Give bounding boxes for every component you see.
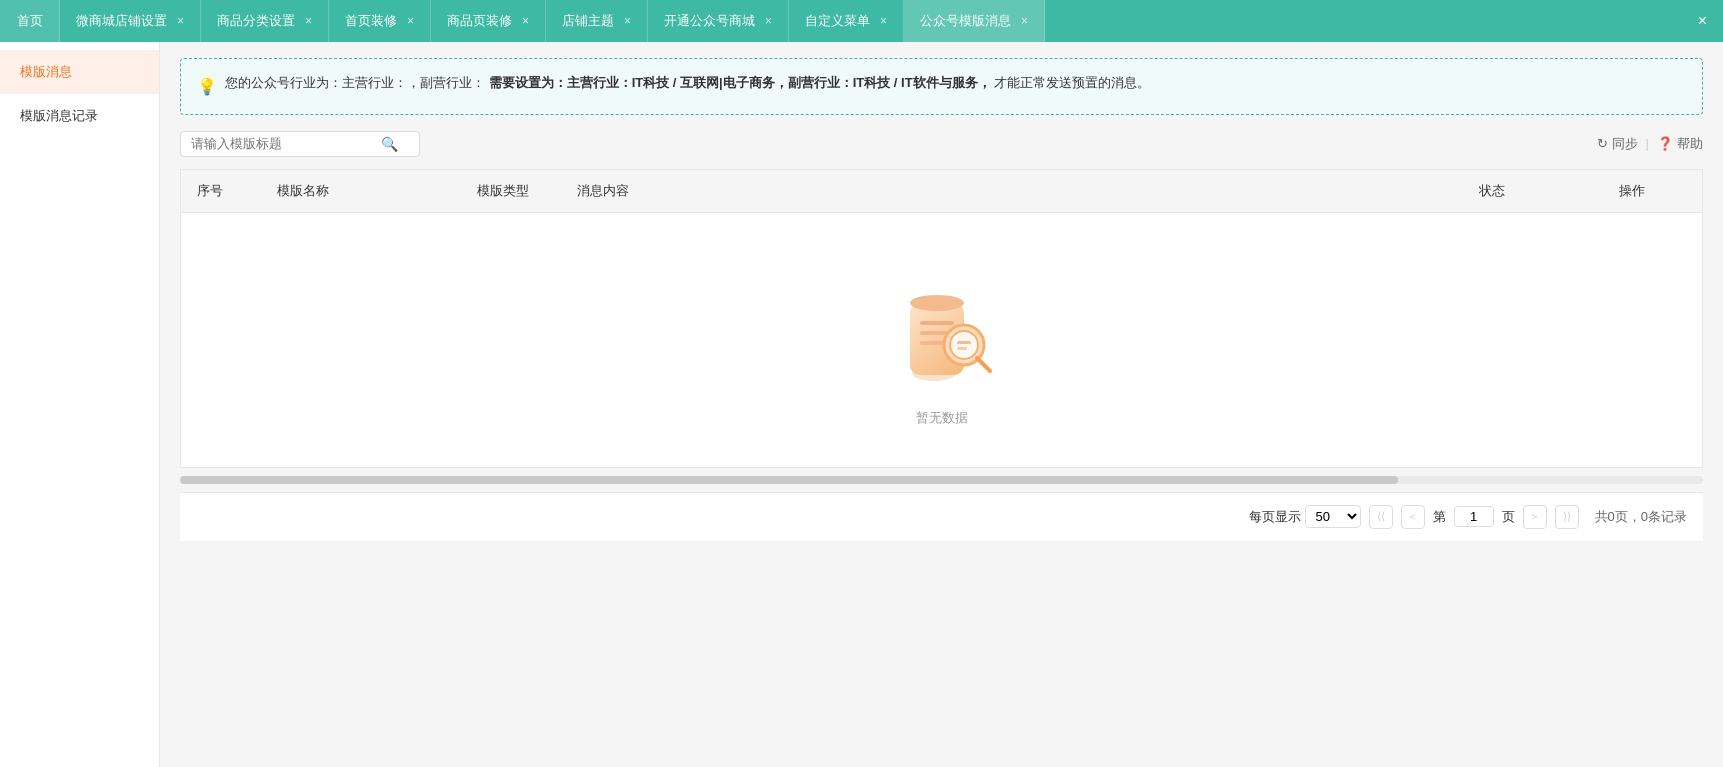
help-icon: ❓ — [1657, 136, 1673, 151]
col-header-seq: 序号 — [181, 169, 261, 212]
sidebar-item-template-msg[interactable]: 模版消息 — [0, 50, 159, 94]
empty-text: 暂无数据 — [916, 409, 968, 427]
svg-line-9 — [977, 358, 990, 371]
help-label: 帮助 — [1677, 135, 1703, 153]
tab-home[interactable]: 首页 — [0, 0, 60, 42]
tab-productpage-label: 商品页装修 — [447, 12, 512, 30]
tab-custommenu-label: 自定义菜单 — [805, 12, 870, 30]
main-layout: 模版消息 模版消息记录 💡 您的公众号行业为：主营行业：，副营行业： 需要设置为… — [0, 42, 1723, 767]
tab-home-label: 首页 — [17, 12, 43, 30]
tab-homepage-label: 首页装修 — [345, 12, 397, 30]
svg-rect-10 — [957, 341, 971, 344]
tab-openstore-label: 开通公众号商城 — [664, 12, 755, 30]
svg-point-3 — [910, 295, 964, 311]
tab-theme[interactable]: 店铺主题 × — [546, 0, 648, 42]
tab-openstore[interactable]: 开通公众号商城 × — [648, 0, 789, 42]
notice-box: 💡 您的公众号行业为：主营行业：，副营行业： 需要设置为：主营行业：IT科技 /… — [180, 58, 1703, 115]
svg-rect-4 — [920, 321, 954, 325]
tab-category-label: 商品分类设置 — [217, 12, 295, 30]
tab-templatemsg[interactable]: 公众号模版消息 × — [904, 0, 1045, 42]
page-input[interactable] — [1454, 506, 1494, 527]
prev-page-button[interactable]: ＜ — [1401, 505, 1425, 529]
notice-icon: 💡 — [197, 74, 217, 100]
toolbar-divider: | — [1646, 136, 1649, 151]
search-button[interactable]: 🔍 — [381, 136, 398, 152]
col-header-status: 状态 — [1463, 169, 1603, 212]
pagination-bar: 每页显示 50 10 20 100 ⟨⟨ ＜ 第 页 ＞ ⟩⟩ 共0页，0条记录 — [180, 492, 1703, 541]
empty-illustration — [882, 273, 1002, 393]
tab-templatemsg-label: 公众号模版消息 — [920, 12, 1011, 30]
last-page-button[interactable]: ⟩⟩ — [1555, 505, 1579, 529]
notice-text: 您的公众号行业为：主营行业：，副营行业： 需要设置为：主营行业：IT科技 / 互… — [225, 73, 1150, 94]
page-di-label: 第 — [1433, 508, 1446, 526]
col-header-name: 模版名称 — [261, 169, 461, 212]
tab-category[interactable]: 商品分类设置 × — [201, 0, 329, 42]
sync-label: 同步 — [1612, 135, 1638, 153]
tab-custommenu-close[interactable]: × — [880, 14, 887, 28]
tab-homepage[interactable]: 首页装修 × — [329, 0, 431, 42]
tab-theme-label: 店铺主题 — [562, 12, 614, 30]
data-table: 序号 模版名称 模版类型 消息内容 状态 操作 — [180, 169, 1703, 468]
search-input[interactable] — [191, 136, 381, 151]
first-page-button[interactable]: ⟨⟨ — [1369, 505, 1393, 529]
sidebar-item-template-log-label: 模版消息记录 — [20, 107, 98, 125]
search-bar: 🔍 ↻ 同步 | ❓ 帮助 — [180, 131, 1703, 157]
toolbar-right: ↻ 同步 | ❓ 帮助 — [1597, 135, 1703, 153]
next-page-button[interactable]: ＞ — [1523, 505, 1547, 529]
sidebar-item-template-log[interactable]: 模版消息记录 — [0, 94, 159, 138]
sync-icon: ↻ — [1597, 136, 1608, 151]
tab-weshop-close[interactable]: × — [177, 14, 184, 28]
tab-custommenu[interactable]: 自定义菜单 × — [789, 0, 904, 42]
svg-point-8 — [950, 331, 978, 359]
page-size-wrap: 每页显示 50 10 20 100 — [1249, 505, 1361, 528]
page-size-select[interactable]: 50 10 20 100 — [1305, 505, 1361, 528]
sidebar-item-template-msg-label: 模版消息 — [20, 63, 72, 81]
scroll-thumb[interactable] — [180, 476, 1398, 484]
sidebar: 模版消息 模版消息记录 — [0, 42, 160, 767]
tab-theme-close[interactable]: × — [624, 14, 631, 28]
svg-rect-5 — [920, 331, 948, 335]
col-header-action: 操作 — [1603, 169, 1703, 212]
tab-productpage-close[interactable]: × — [522, 14, 529, 28]
help-button[interactable]: ❓ 帮助 — [1657, 135, 1703, 153]
empty-state: 暂无数据 — [181, 213, 1702, 467]
content-area: 💡 您的公众号行业为：主营行业：，副营行业： 需要设置为：主营行业：IT科技 /… — [160, 42, 1723, 767]
horizontal-scrollbar[interactable] — [180, 476, 1703, 484]
sync-button[interactable]: ↻ 同步 — [1597, 135, 1638, 153]
col-header-content: 消息内容 — [561, 169, 1463, 212]
tab-weshop-label: 微商城店铺设置 — [76, 12, 167, 30]
per-page-label: 每页显示 — [1249, 508, 1301, 526]
page-label: 页 — [1502, 508, 1515, 526]
tab-templatemsg-close[interactable]: × — [1021, 14, 1028, 28]
page-total: 共0页，0条记录 — [1595, 508, 1687, 526]
svg-rect-11 — [957, 347, 967, 350]
tab-weshop[interactable]: 微商城店铺设置 × — [60, 0, 201, 42]
close-all-button[interactable]: × — [1682, 12, 1723, 30]
top-nav: 首页 微商城店铺设置 × 商品分类设置 × 首页装修 × 商品页装修 × 店铺主… — [0, 0, 1723, 42]
tab-category-close[interactable]: × — [305, 14, 312, 28]
tab-openstore-close[interactable]: × — [765, 14, 772, 28]
tab-homepage-close[interactable]: × — [407, 14, 414, 28]
search-input-wrap[interactable]: 🔍 — [180, 131, 420, 157]
col-header-type: 模版类型 — [461, 169, 561, 212]
tab-productpage[interactable]: 商品页装修 × — [431, 0, 546, 42]
